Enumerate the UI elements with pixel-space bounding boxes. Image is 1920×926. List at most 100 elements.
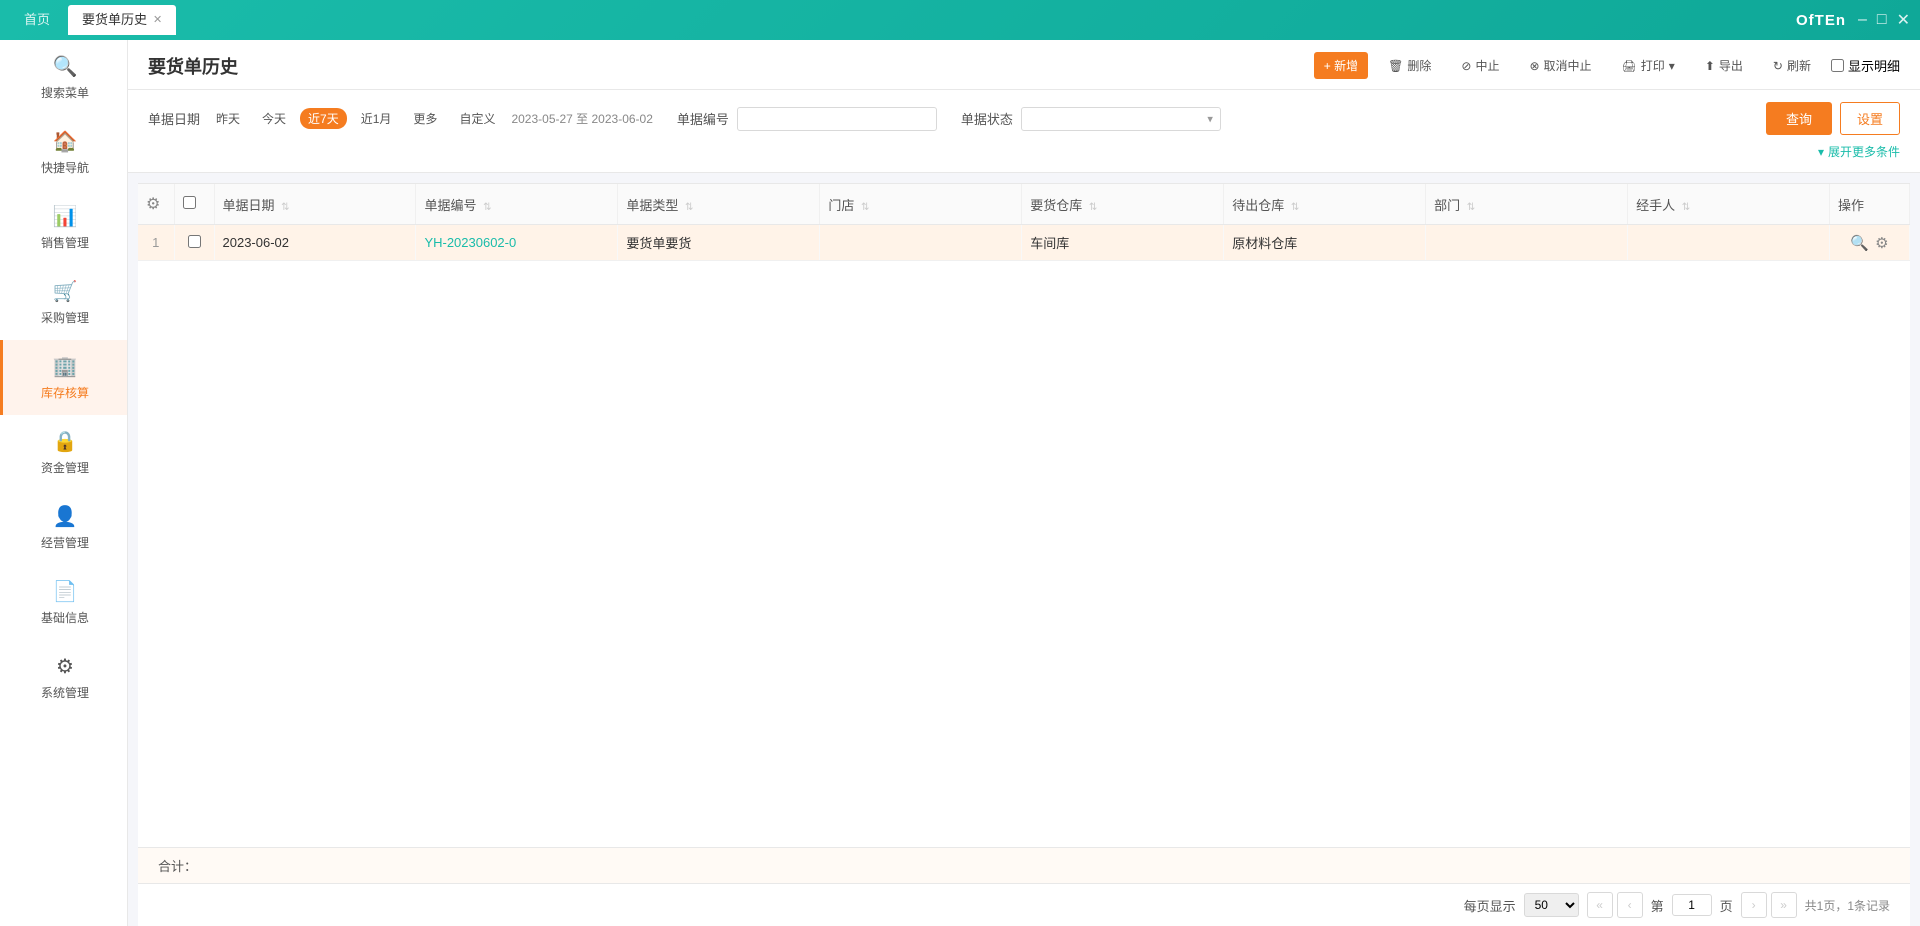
td-out-warehouse: 原材料仓库 [1224, 225, 1426, 261]
th-doctype: 单据类型 ⇅ [618, 184, 820, 225]
window-controls: – □ ✕ [1858, 10, 1910, 30]
sidebar-item-purchase[interactable]: 🛒 采购管理 [0, 265, 127, 340]
table-footer: 合计： [138, 847, 1910, 883]
sort-reqwh-icon[interactable]: ⇅ [1089, 202, 1097, 213]
row-checkbox[interactable] [188, 235, 201, 248]
shortcut-1month[interactable]: 近1月 [353, 108, 400, 129]
stop-icon: ⊘ [1461, 59, 1471, 73]
tab-requisition-history[interactable]: 要货单历史 ✕ [68, 5, 176, 35]
first-page-btn[interactable]: « [1587, 892, 1613, 918]
page-header: 要货单历史 + 新增 🗑 删除 ⊘ 中止 ⊗ 取消中止 🖨 打印 ▾ ⬆ [128, 40, 1920, 90]
cancel-stop-button[interactable]: ⊗ 取消中止 [1519, 52, 1601, 79]
print-button[interactable]: 🖨 打印 ▾ [1612, 52, 1685, 79]
delete-button[interactable]: 🗑 删除 [1378, 52, 1441, 79]
th-req-warehouse: 要货仓库 ⇅ [1022, 184, 1224, 225]
close-icon[interactable]: ✕ [1897, 10, 1910, 30]
system-icon: ⚙ [56, 654, 74, 679]
docno-label: 单据编号 [677, 109, 729, 128]
td-op: 🔍 ⚙ [1830, 225, 1910, 261]
stop-button[interactable]: ⊘ 中止 [1451, 52, 1509, 79]
status-select[interactable] [1021, 107, 1221, 131]
docno-input[interactable] [737, 107, 937, 131]
page-label: 第 [1647, 896, 1668, 915]
docno-link[interactable]: YH-20230602-0 [424, 235, 516, 250]
total-info: 共1页，1条记录 [1805, 897, 1890, 914]
table-area: ⚙ 单据日期 ⇅ 单据编号 ⇅ [138, 183, 1910, 847]
page-label-end: 页 [1716, 896, 1737, 915]
filter-action-btns: 查询 设置 [1766, 102, 1900, 135]
sidebar-item-inventory[interactable]: 🏢 库存核算 [0, 340, 127, 415]
sort-outwh-icon[interactable]: ⇅ [1291, 202, 1299, 213]
prev-page-btn[interactable]: ‹ [1617, 892, 1643, 918]
query-button[interactable]: 查询 [1766, 102, 1832, 135]
page-size-select[interactable]: 10 20 50 100 [1524, 893, 1579, 917]
status-filter-group: 单据状态 [961, 107, 1221, 131]
next-page-btn[interactable]: › [1741, 892, 1767, 918]
sidebar: 🔍 搜索菜单 🏠 快捷导航 📊 销售管理 🛒 采购管理 🏢 库存核算 🔒 资金管… [0, 40, 128, 926]
main-content: 要货单历史 + 新增 🗑 删除 ⊘ 中止 ⊗ 取消中止 🖨 打印 ▾ ⬆ [128, 40, 1920, 926]
select-all-checkbox[interactable] [183, 196, 196, 209]
minimize-icon[interactable]: – [1858, 11, 1867, 29]
shortcut-custom[interactable]: 自定义 [451, 108, 503, 129]
th-handler: 经手人 ⇅ [1628, 184, 1830, 225]
settings-gear-icon[interactable]: ⚙ [146, 196, 160, 213]
sidebar-item-system[interactable]: ⚙ 系统管理 [0, 640, 127, 715]
sidebar-item-operation[interactable]: 👤 经营管理 [0, 490, 127, 565]
sort-dept-icon[interactable]: ⇅ [1467, 202, 1475, 213]
maximize-icon[interactable]: □ [1877, 11, 1887, 29]
date-label: 单据日期 [148, 109, 200, 128]
status-label: 单据状态 [961, 109, 1013, 128]
sidebar-item-finance[interactable]: 🔒 资金管理 [0, 415, 127, 490]
th-out-warehouse: 待出仓库 ⇅ [1224, 184, 1426, 225]
operation-icon: 👤 [53, 504, 78, 529]
export-button[interactable]: ⬆ 导出 [1695, 52, 1753, 79]
date-range-display: 2023-05-27 至 2023-06-02 [511, 110, 652, 127]
expand-more-row: ▾ 展开更多条件 [148, 143, 1900, 160]
table-body: 1 2023-06-02 YH-20230602-0 要货单要货 车间库 原材料… [138, 225, 1910, 261]
tab-home[interactable]: 首页 [10, 5, 64, 35]
td-doctype: 要货单要货 [618, 225, 820, 261]
display-detail-toggle[interactable]: 显示明细 [1831, 56, 1900, 75]
sidebar-item-nav[interactable]: 🏠 快捷导航 [0, 115, 127, 190]
refresh-icon: ↻ [1773, 59, 1783, 73]
expand-more-btn[interactable]: ▾ 展开更多条件 [1818, 143, 1900, 160]
page-input[interactable] [1672, 894, 1712, 916]
display-detail-checkbox[interactable] [1831, 59, 1844, 72]
table-row[interactable]: 1 2023-06-02 YH-20230602-0 要货单要货 车间库 原材料… [138, 225, 1910, 261]
top-bar: 首页 要货单历史 ✕ OfTEn – □ ✕ [0, 0, 1920, 40]
th-dept: 部门 ⇅ [1426, 184, 1628, 225]
shortcut-today[interactable]: 今天 [254, 108, 294, 129]
sidebar-item-sales[interactable]: 📊 销售管理 [0, 190, 127, 265]
shortcut-7days[interactable]: 近7天 [300, 108, 347, 129]
shortcut-yesterday[interactable]: 昨天 [208, 108, 248, 129]
pagination-bar: 每页显示 10 20 50 100 « ‹ 第 页 › » 共1页，1条记录 [138, 883, 1910, 926]
view-icon-btn[interactable]: 🔍 [1850, 234, 1869, 252]
print-dropdown-icon: ▾ [1669, 59, 1675, 73]
finance-icon: 🔒 [53, 429, 78, 454]
sort-store-icon[interactable]: ⇅ [861, 202, 869, 213]
sidebar-item-search[interactable]: 🔍 搜索菜单 [0, 40, 127, 115]
page-size-label: 每页显示 [1464, 896, 1516, 915]
status-select-wrap [1021, 107, 1221, 131]
close-tab-icon[interactable]: ✕ [153, 5, 162, 35]
td-index: 1 [138, 225, 174, 261]
shortcut-more[interactable]: 更多 [405, 108, 445, 129]
sort-doctype-icon[interactable]: ⇅ [685, 202, 693, 213]
date-shortcuts: 昨天 今天 近7天 近1月 更多 自定义 [208, 108, 503, 129]
setting-button[interactable]: 设置 [1840, 102, 1900, 135]
total-label: 合计： [158, 856, 197, 875]
last-page-btn[interactable]: » [1771, 892, 1797, 918]
more-icon-btn[interactable]: ⚙ [1875, 234, 1888, 252]
sort-docno-icon[interactable]: ⇅ [483, 202, 491, 213]
th-settings: ⚙ [138, 184, 174, 225]
new-button[interactable]: + 新增 [1314, 52, 1368, 79]
sidebar-item-basic[interactable]: 📄 基础信息 [0, 565, 127, 640]
sales-icon: 📊 [53, 204, 78, 229]
refresh-button[interactable]: ↻ 刷新 [1763, 52, 1821, 79]
tab-bar: 首页 要货单历史 ✕ [10, 5, 1796, 35]
th-check [174, 184, 214, 225]
sort-handler-icon[interactable]: ⇅ [1682, 202, 1690, 213]
brand-logo: OfTEn [1796, 12, 1846, 29]
inventory-icon: 🏢 [53, 354, 78, 379]
sort-date-icon[interactable]: ⇅ [281, 202, 289, 213]
